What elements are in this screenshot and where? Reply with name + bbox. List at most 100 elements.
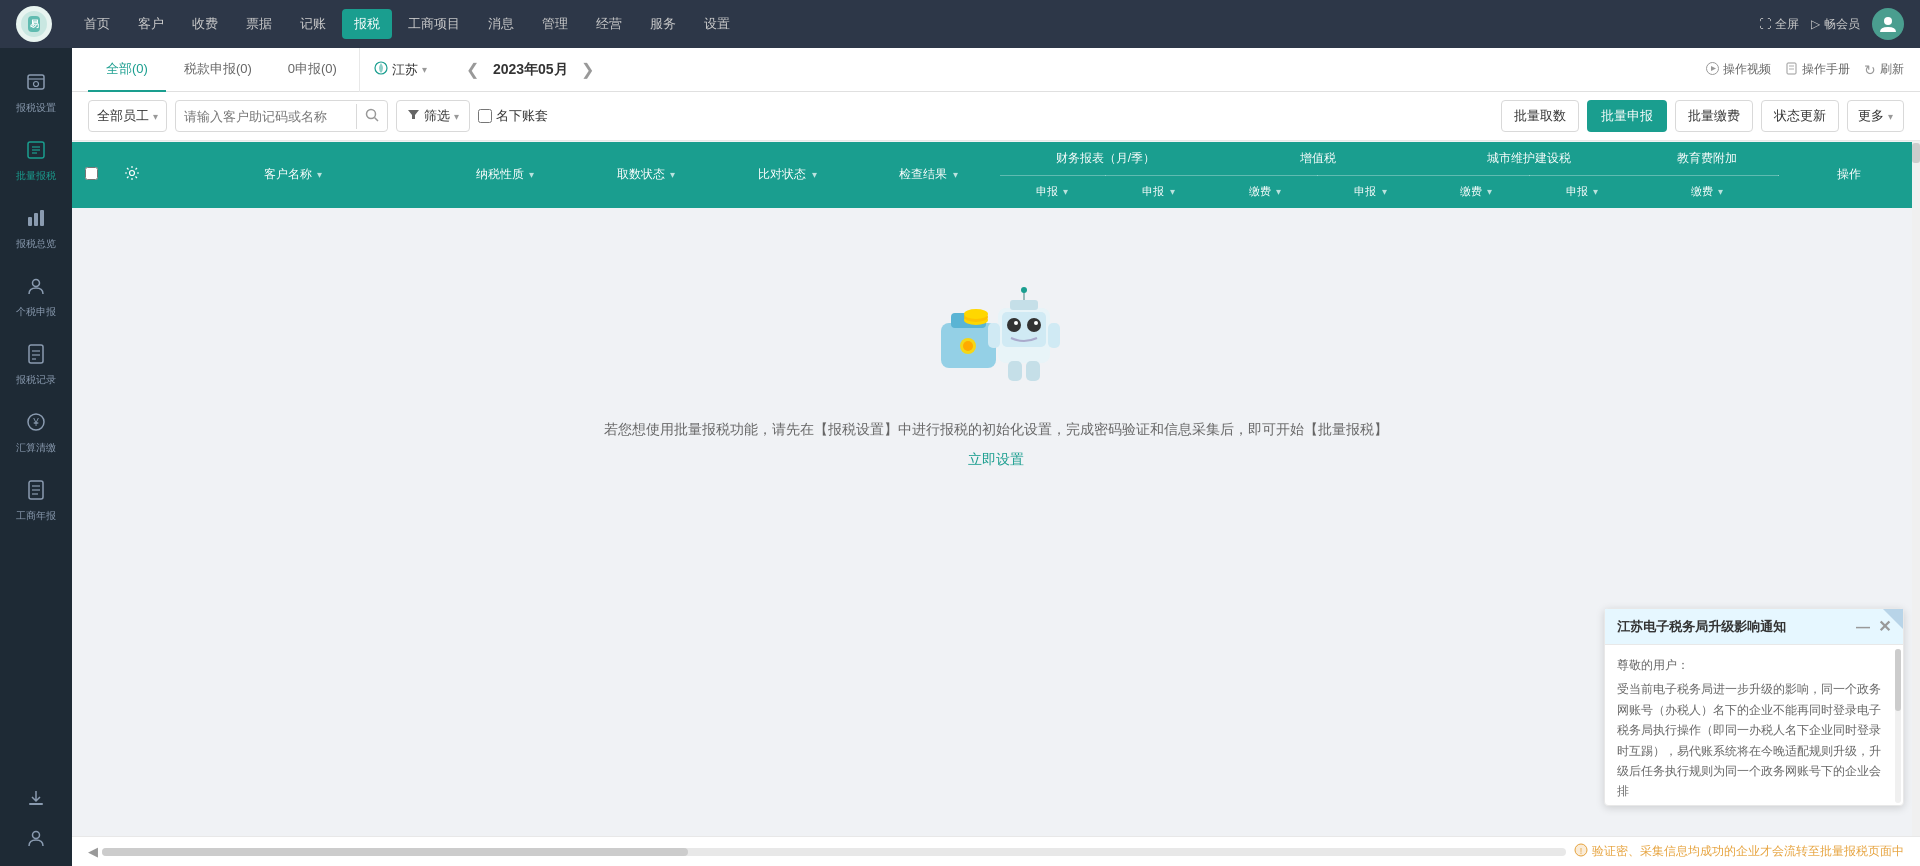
more-btn[interactable]: 更多 ▾ <box>1847 100 1904 132</box>
sidebar-item-personal-tax[interactable]: 个税申报 <box>0 260 72 328</box>
region-label: 江苏 <box>392 61 418 79</box>
scroll-track[interactable] <box>102 848 1566 856</box>
operation-video-btn[interactable]: 操作视频 <box>1706 61 1771 78</box>
svg-point-5 <box>34 82 39 87</box>
svg-point-44 <box>1007 318 1021 332</box>
fullscreen-btn[interactable]: ⛶ 全屏 <box>1759 16 1799 33</box>
nav-fee[interactable]: 收费 <box>180 9 230 39</box>
download-icon[interactable] <box>20 782 52 814</box>
tab-zero-declare-label: 0申报 <box>288 60 321 78</box>
notif-scrollbar[interactable] <box>1895 649 1901 803</box>
tab-all[interactable]: 全部(0) <box>88 48 166 92</box>
annual-report-icon <box>20 474 52 506</box>
svg-rect-11 <box>34 213 38 226</box>
nav-accounting[interactable]: 记账 <box>288 9 338 39</box>
filter-icon <box>407 108 420 124</box>
scroll-thumb <box>102 848 688 856</box>
empty-row: 若您想使用批量报税功能，请先在【报税设置】中进行报税的初始化设置，完成密码验证和… <box>72 208 1920 530</box>
edu-declare-filter-icon: ▾ <box>1593 186 1598 197</box>
member-btn[interactable]: ▷ 畅会员 <box>1811 16 1860 33</box>
nav-customer[interactable]: 客户 <box>126 9 176 39</box>
checkbox-label-wrap: 名下账套 <box>478 107 548 125</box>
search-button[interactable] <box>356 104 387 129</box>
nav-invoice[interactable]: 票据 <box>234 9 284 39</box>
svg-point-46 <box>1014 321 1018 325</box>
th-operation: 操作 <box>1778 142 1919 208</box>
sidebar-item-annual-report[interactable]: 工商年报 <box>0 464 72 532</box>
filter-button[interactable]: 筛选 ▾ <box>396 100 470 132</box>
table-vscroll-thumb <box>1912 143 1920 163</box>
avatar[interactable] <box>1872 8 1904 40</box>
table-vscrollbar[interactable] <box>1912 141 1920 836</box>
th-vat: 增值税 <box>1212 142 1424 176</box>
edu-pay-filter-icon: ▾ <box>1718 186 1723 197</box>
svg-rect-54 <box>1026 361 1040 381</box>
nav-message[interactable]: 消息 <box>476 9 526 39</box>
settlement-icon: ¥ <box>20 406 52 438</box>
nav-manage[interactable]: 管理 <box>530 9 580 39</box>
region-icon <box>374 61 388 78</box>
svg-rect-10 <box>28 217 32 226</box>
notif-minimize-btn[interactable]: — <box>1856 619 1870 635</box>
search-wrap <box>175 100 388 132</box>
manual-icon <box>1785 62 1798 78</box>
fullscreen-label: 全屏 <box>1775 16 1799 33</box>
nav-service[interactable]: 服务 <box>638 9 688 39</box>
search-input[interactable] <box>176 105 356 128</box>
operation-manual-label: 操作手册 <box>1802 61 1850 78</box>
member-label: 畅会员 <box>1824 16 1860 33</box>
sidebar-item-settlement[interactable]: ¥ 汇算清缴 <box>0 396 72 464</box>
select-all-checkbox[interactable] <box>85 167 98 180</box>
bottom-bar: ◀ ! 验证密、采集信息均成功的企业才会流转至批量报税页面中 <box>72 836 1920 866</box>
sidebar-item-tax-settings[interactable]: 报税设置 <box>0 56 72 124</box>
region-selector[interactable]: 江苏 ▾ <box>359 48 441 92</box>
notif-header-actions: — ✕ <box>1856 617 1891 636</box>
setup-link[interactable]: 立即设置 <box>968 451 1024 469</box>
tax-type-filter-icon: ▾ <box>529 169 534 180</box>
th-urban-pay: 缴费 ▾ <box>1423 176 1529 208</box>
nav-settings[interactable]: 设置 <box>692 9 742 39</box>
logo[interactable]: 易 <box>16 6 52 42</box>
nav-business[interactable]: 工商项目 <box>396 9 472 39</box>
left-arrow[interactable]: ◀ <box>88 844 98 859</box>
svg-rect-12 <box>40 210 44 226</box>
video-icon <box>1706 62 1719 78</box>
prev-month-btn[interactable]: ❮ <box>461 58 485 82</box>
refresh-btn[interactable]: ↻ 刷新 <box>1864 61 1904 78</box>
nav-operation[interactable]: 经营 <box>584 9 634 39</box>
svg-point-38 <box>963 341 973 351</box>
nav-home[interactable]: 首页 <box>72 9 122 39</box>
warning-icon: ! <box>1574 843 1588 860</box>
tax-overview-icon <box>20 202 52 234</box>
svg-point-13 <box>33 280 40 287</box>
batch-fetch-btn[interactable]: 批量取数 <box>1501 100 1579 132</box>
sidebar-label-tax-overview: 报税总览 <box>16 238 56 250</box>
tab-tax-declare[interactable]: 税款申报(0) <box>166 48 270 92</box>
under-account-checkbox[interactable] <box>478 109 492 123</box>
batch-declare-btn[interactable]: 批量申报 <box>1587 100 1667 132</box>
fullscreen-icon: ⛶ <box>1759 17 1771 31</box>
next-month-btn[interactable]: ❯ <box>576 58 600 82</box>
svg-rect-53 <box>1008 361 1022 381</box>
user-icon[interactable] <box>20 822 52 854</box>
th-tax-type: 纳税性质 ▾ <box>434 142 575 208</box>
empty-message: 若您想使用批量报税功能，请先在【报税设置】中进行报税的初始化设置，完成密码验证和… <box>604 421 1388 439</box>
tab-zero-declare[interactable]: 0申报(0) <box>270 48 355 92</box>
main-table: 客户名称 ▾ 纳税性质 ▾ 取数状态 ▾ 比对状态 <box>72 141 1920 529</box>
sidebar-item-tax-records[interactable]: 报税记录 <box>0 328 72 396</box>
batch-pay-btn[interactable]: 批量缴费 <box>1675 100 1753 132</box>
compare-filter-icon: ▾ <box>812 169 817 180</box>
urban-declare-filter-icon: ▾ <box>1382 186 1387 197</box>
status-update-btn[interactable]: 状态更新 <box>1761 100 1839 132</box>
svg-point-41 <box>964 309 988 319</box>
sidebar-bottom <box>20 782 52 866</box>
sidebar-item-batch-tax[interactable]: 批量报税 <box>0 124 72 192</box>
top-bar: 全部(0) 税款申报(0) 0申报(0) 江苏 ▾ ❮ 2023年05月 ❯ <box>72 48 1920 92</box>
th-vat-declare: 申报 ▾ <box>1105 176 1211 208</box>
nav-tax[interactable]: 报税 <box>342 9 392 39</box>
personal-tax-icon <box>20 270 52 302</box>
notif-close-btn[interactable]: ✕ <box>1878 617 1891 636</box>
sidebar-item-tax-overview[interactable]: 报税总览 <box>0 192 72 260</box>
employee-filter[interactable]: 全部员工 ▾ <box>88 100 167 132</box>
operation-manual-btn[interactable]: 操作手册 <box>1785 61 1850 78</box>
